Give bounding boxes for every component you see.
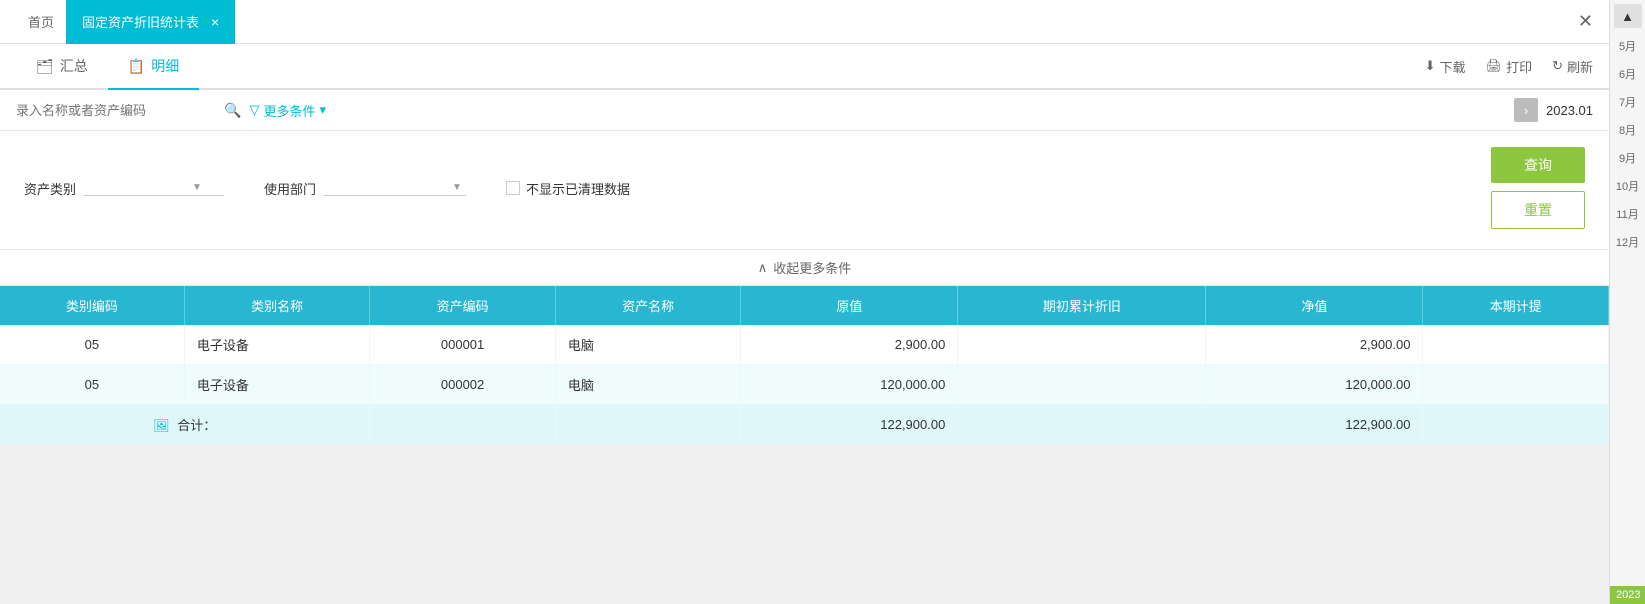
- col-current-depreciation: 本期计提: [1423, 286, 1609, 325]
- detail-icon: 📋: [128, 58, 145, 75]
- asset-category-label: 资产类别: [24, 179, 76, 198]
- detail-label: 明细: [151, 56, 179, 76]
- print-action[interactable]: 🖨 打印: [1486, 57, 1533, 76]
- sidebar-month-9[interactable]: 9月: [1619, 144, 1636, 172]
- tab-summary[interactable]: 🗂 汇总: [16, 44, 108, 90]
- total-net-value: 122,900.00: [1206, 405, 1423, 445]
- window-close-icon[interactable]: ✕: [1578, 11, 1593, 32]
- cell-accumulated-depreciation: [958, 365, 1206, 405]
- year-badge: 2023: [1610, 586, 1645, 604]
- sidebar-month-5[interactable]: 5月: [1619, 32, 1636, 60]
- cell-current-depreciation: [1423, 325, 1609, 365]
- use-dept-arrow-icon: ▼: [452, 182, 462, 193]
- cell-category-code: 05: [0, 365, 184, 405]
- use-dept-filter: 使用部门 ▼: [264, 179, 466, 198]
- sidebar-month-6[interactable]: 6月: [1619, 60, 1636, 88]
- search-icon[interactable]: 🔍: [224, 102, 241, 119]
- cell-asset-name: 电脑: [555, 325, 741, 365]
- download-action[interactable]: ⬇ 下载: [1425, 57, 1466, 76]
- print-label: 打印: [1506, 57, 1532, 76]
- table-row: 05 电子设备 000002 电脑 120,000.00 120,000.00: [0, 365, 1609, 405]
- filter-arrow-icon: ▾: [319, 102, 326, 118]
- asset-category-arrow-icon: ▼: [192, 182, 202, 193]
- cell-asset-name: 电脑: [555, 365, 741, 405]
- cell-current-depreciation: [1423, 365, 1609, 405]
- col-accumulated-depreciation: 期初累计折旧: [958, 286, 1206, 325]
- no-cleared-checkbox[interactable]: 不显示已清理数据: [506, 179, 630, 198]
- summary-icon: 🗂: [36, 58, 54, 75]
- tab-close-icon[interactable]: ×: [211, 14, 219, 30]
- total-current-depreciation: [1423, 405, 1609, 445]
- col-category-name: 类别名称: [184, 286, 370, 325]
- more-filter-button[interactable]: ▽ 更多条件 ▾: [249, 101, 326, 120]
- cell-asset-code: 000001: [370, 325, 556, 365]
- right-sidebar: ▲ 5月 6月 7月 8月 9月 10月 11月 12月 2023: [1609, 0, 1645, 604]
- total-accumulated-depreciation: [958, 405, 1206, 445]
- total-icon: 🖼: [153, 418, 170, 433]
- reset-button[interactable]: 重置: [1491, 191, 1585, 229]
- no-cleared-label: 不显示已清理数据: [526, 179, 630, 198]
- cell-original-value: 2,900.00: [741, 325, 958, 365]
- col-original-value: 原值: [741, 286, 958, 325]
- sidebar-month-11[interactable]: 11月: [1616, 200, 1638, 228]
- date-nav-arrow[interactable]: ›: [1514, 98, 1538, 122]
- total-label: 合计：: [177, 418, 216, 433]
- total-original-value: 122,900.00: [741, 405, 958, 445]
- cell-category-name: 电子设备: [184, 325, 370, 365]
- tab-label: 固定资产折旧统计表: [82, 12, 199, 31]
- sidebar-month-8[interactable]: 8月: [1619, 116, 1636, 144]
- date-display: 2023.01: [1546, 103, 1593, 118]
- data-table: 类别编码 类别名称 资产编码 资产名称 原值 期初累计折旧 净值 本期计提 05…: [0, 286, 1609, 604]
- total-label-cell: 🖼 合计：: [0, 405, 370, 445]
- cell-category-name: 电子设备: [184, 365, 370, 405]
- asset-category-filter: 资产类别 ▼: [24, 179, 224, 198]
- sidebar-month-10[interactable]: 10月: [1616, 172, 1639, 200]
- sidebar-month-12[interactable]: 12月: [1616, 228, 1639, 256]
- col-asset-name: 资产名称: [555, 286, 741, 325]
- home-nav[interactable]: 首页: [16, 12, 66, 31]
- cell-net-value: 120,000.00: [1206, 365, 1423, 405]
- search-input[interactable]: [16, 103, 216, 118]
- cell-asset-code: 000002: [370, 365, 556, 405]
- cell-accumulated-depreciation: [958, 325, 1206, 365]
- asset-category-select[interactable]: ▼: [84, 180, 224, 196]
- summary-label: 汇总: [60, 56, 88, 76]
- print-icon: 🖨: [1486, 58, 1503, 74]
- collapse-button[interactable]: ∧ 收起更多条件: [0, 250, 1609, 286]
- filter-icon: ▽: [249, 102, 259, 118]
- refresh-label: 刷新: [1567, 57, 1593, 76]
- collapse-label: 收起更多条件: [773, 258, 851, 277]
- refresh-action[interactable]: ↻ 刷新: [1552, 57, 1593, 76]
- col-asset-code: 资产编码: [370, 286, 556, 325]
- filter-area: 资产类别 ▼ 使用部门 ▼ 不显示已清理数据 查询 重置: [0, 131, 1609, 250]
- filter-label: 更多条件: [263, 101, 315, 120]
- download-label: 下载: [1440, 57, 1466, 76]
- cell-net-value: 2,900.00: [1206, 325, 1423, 365]
- tab-detail[interactable]: 📋 明细: [108, 44, 199, 90]
- refresh-icon: ↻: [1552, 58, 1563, 74]
- sidebar-up-button[interactable]: ▲: [1614, 4, 1642, 28]
- total-asset-name: [555, 405, 741, 445]
- cell-category-code: 05: [0, 325, 184, 365]
- collapse-icon: ∧: [758, 260, 768, 276]
- use-dept-select[interactable]: ▼: [324, 180, 466, 196]
- total-asset-code: [370, 405, 556, 445]
- col-category-code: 类别编码: [0, 286, 184, 325]
- fixed-assets-tab[interactable]: 固定资产折旧统计表 ×: [66, 0, 235, 44]
- table-row: 05 电子设备 000001 电脑 2,900.00 2,900.00: [0, 325, 1609, 365]
- use-dept-label: 使用部门: [264, 179, 316, 198]
- col-net-value: 净值: [1206, 286, 1423, 325]
- download-icon: ⬇: [1425, 58, 1436, 74]
- query-button[interactable]: 查询: [1491, 147, 1585, 183]
- filter-buttons: 查询 重置: [1491, 147, 1585, 229]
- total-row: 🖼 合计： 122,900.00 122,900.00: [0, 405, 1609, 445]
- sidebar-month-7[interactable]: 7月: [1619, 88, 1636, 116]
- cell-original-value: 120,000.00: [741, 365, 958, 405]
- checkbox-box: [506, 181, 520, 195]
